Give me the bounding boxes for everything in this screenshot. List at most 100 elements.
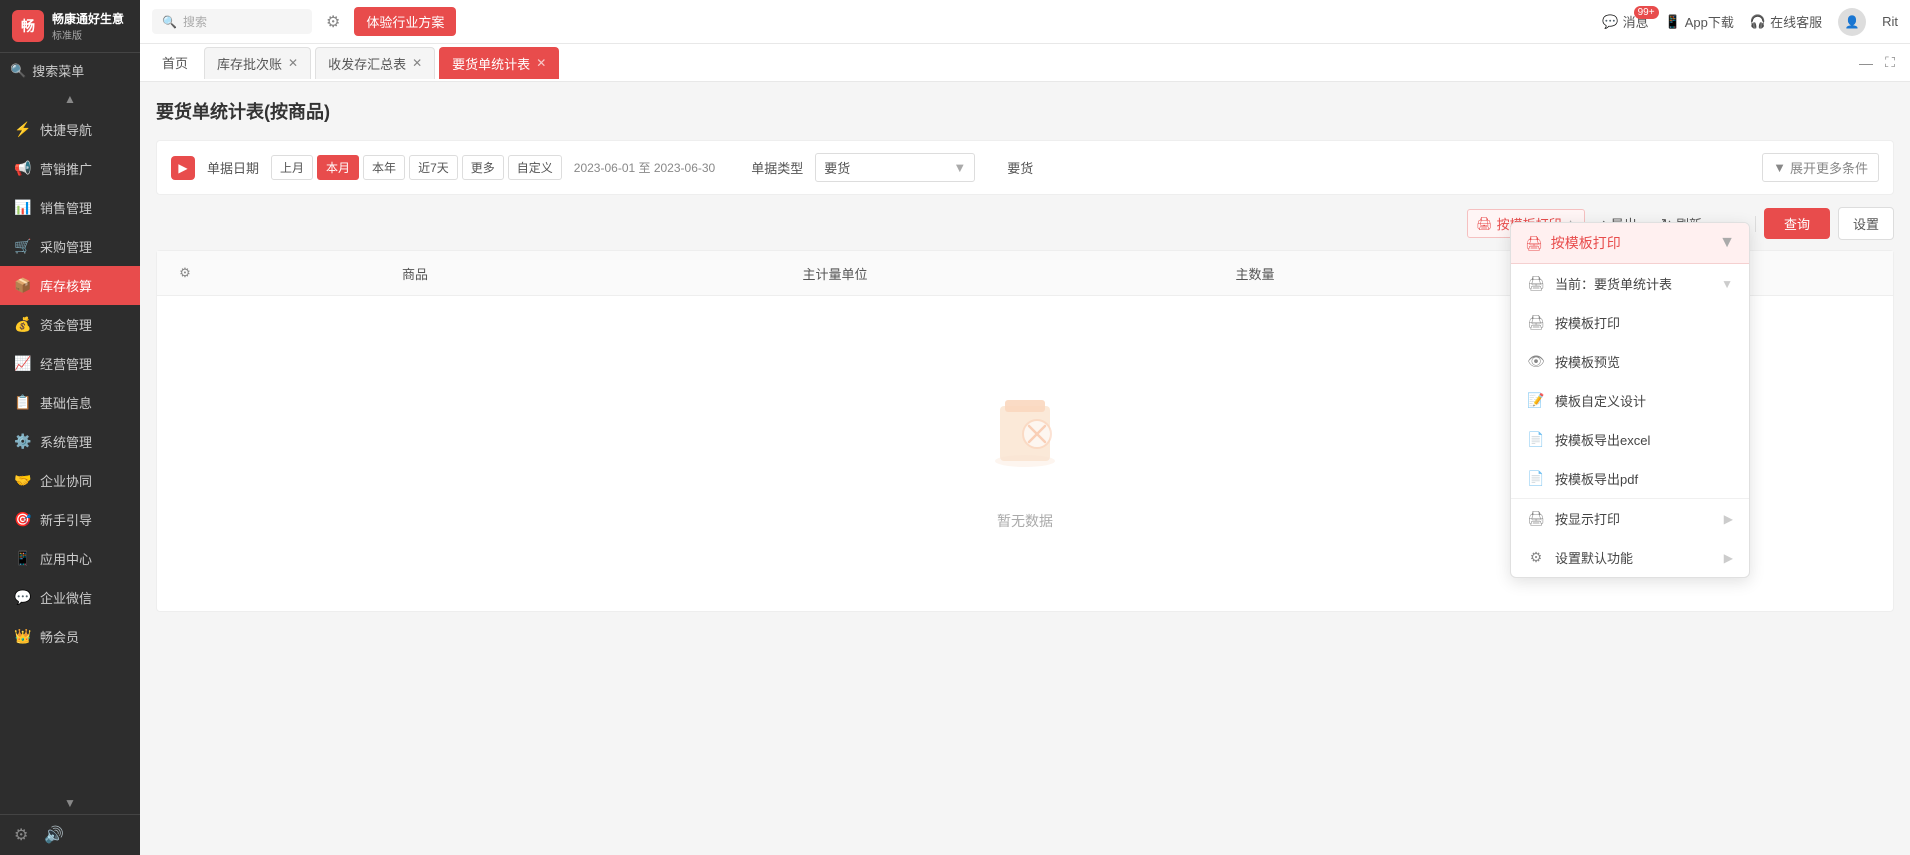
date-btn-custom[interactable]: 自定义: [508, 155, 562, 180]
sidebar-item-inventory[interactable]: 📦 库存核算: [0, 266, 140, 305]
sidebar-item-label: 营销推广: [40, 159, 92, 178]
sidebar-item-label: 系统管理: [40, 432, 92, 451]
empty-text: 暂无数据: [997, 511, 1053, 531]
dropdown-template-print[interactable]: 🖨 按模板打印: [1511, 303, 1749, 342]
tab-receipt-summary-close[interactable]: ✕: [412, 57, 422, 69]
filter-bar: ▶ 单据日期 上月 本月 本年 近7天 更多 自定义 2023-06-01 至 …: [156, 140, 1894, 195]
operations-icon: 📈: [14, 355, 32, 373]
date-btn-7days[interactable]: 近7天: [409, 155, 458, 180]
sidebar-item-appstore[interactable]: 📱 应用中心: [0, 539, 140, 578]
page-title: 要货单统计表(按商品): [156, 98, 1894, 124]
inventory-icon: 📦: [14, 277, 32, 295]
dropdown-set-default[interactable]: ⚙ 设置默认功能 ▶: [1511, 538, 1749, 577]
wechat-icon: 💬: [14, 589, 32, 607]
current-template-label: 当前：要货单统计表: [1555, 274, 1672, 293]
empty-icon: [975, 376, 1075, 495]
date-btn-this-month[interactable]: 本月: [317, 155, 359, 180]
sidebar-scroll-up[interactable]: ▲: [0, 88, 140, 110]
sidebar-item-label: 畅会员: [40, 627, 79, 646]
app-icon: 📱: [1665, 14, 1681, 30]
table-col-product: 商品: [205, 254, 625, 293]
expand-label: 展开更多条件: [1790, 158, 1868, 177]
tab-order-stats[interactable]: 要货单统计表 ✕: [439, 47, 559, 79]
topbar-search[interactable]: 🔍 搜索: [152, 9, 312, 34]
table-col-quantity: 主数量: [1045, 254, 1465, 293]
service-icon: 🎧: [1750, 14, 1766, 30]
tab-batch-account-label: 库存批次账: [217, 54, 282, 73]
dropdown-template-excel[interactable]: 📄 按模板导出excel: [1511, 420, 1749, 459]
sidebar-item-member[interactable]: 👑 畅会员: [0, 617, 140, 656]
sidebar-item-system[interactable]: ⚙️ 系统管理: [0, 422, 140, 461]
sidebar-item-label: 基础信息: [40, 393, 92, 412]
logo-text: 畅康通好生意 标准版: [52, 10, 124, 42]
settings-button[interactable]: 设置: [1838, 207, 1894, 240]
current-template-arrow: ▼: [1721, 277, 1733, 291]
topbar-gear-icon[interactable]: ⚙: [326, 12, 340, 32]
sidebar-item-sales[interactable]: 📊 销售管理: [0, 188, 140, 227]
window-minimize[interactable]: —: [1856, 53, 1876, 73]
table-settings-cell: ⚙: [165, 251, 205, 295]
messages-action[interactable]: 💬 消息 99+: [1602, 12, 1648, 31]
date-filter-label: 单据日期: [207, 158, 259, 177]
message-icon: 💬: [1602, 14, 1618, 30]
tab-order-stats-close[interactable]: ✕: [536, 57, 546, 69]
app-download-label: App下载: [1685, 12, 1734, 31]
dropdown-display-print[interactable]: 🖨 按显示打印 ▶: [1511, 499, 1749, 538]
finance-icon: 💰: [14, 316, 32, 334]
audio-bottom-icon[interactable]: 🔊: [44, 825, 64, 845]
type-filter-label: 单据类型: [751, 158, 803, 177]
order-filter-label: 要货: [1007, 158, 1033, 177]
online-service-label: 在线客服: [1770, 12, 1822, 31]
window-maximize[interactable]: ⛶: [1880, 53, 1900, 73]
sidebar-item-purchase[interactable]: 🛒 采购管理: [0, 227, 140, 266]
app-download-action[interactable]: 📱 App下载: [1665, 12, 1734, 31]
dropdown-template-pdf[interactable]: 📄 按模板导出pdf: [1511, 459, 1749, 498]
sidebar-item-guide[interactable]: 🎯 新手引导: [0, 500, 140, 539]
sidebar-item-basic[interactable]: 📋 基础信息: [0, 383, 140, 422]
guide-icon: 🎯: [14, 511, 32, 529]
user-avatar[interactable]: 👤: [1838, 8, 1866, 36]
sidebar-item-marketing[interactable]: 📢 营销推广: [0, 149, 140, 188]
print-icon: 🖨: [1476, 216, 1493, 232]
settings-bottom-icon[interactable]: ⚙: [14, 825, 28, 845]
sidebar-scroll-down[interactable]: ▼: [0, 792, 140, 814]
table-settings-icon[interactable]: ⚙: [173, 261, 197, 285]
tab-batch-account[interactable]: 库存批次账 ✕: [204, 47, 311, 79]
dropdown-title-text: 按模板打印: [1551, 233, 1621, 253]
tab-batch-account-close[interactable]: ✕: [288, 57, 298, 69]
sidebar-item-label: 库存核算: [40, 276, 92, 295]
sidebar-item-collab[interactable]: 🤝 企业协同: [0, 461, 140, 500]
tab-order-stats-label: 要货单统计表: [452, 54, 530, 73]
dropdown-template-design[interactable]: 📝 模板自定义设计: [1511, 381, 1749, 420]
sidebar-item-label: 企业协同: [40, 471, 92, 490]
expand-conditions-btn[interactable]: ▼ 展开更多条件: [1762, 153, 1879, 182]
type-select[interactable]: 要货 ▼: [815, 153, 975, 182]
toolbar-divider: [1755, 216, 1756, 232]
sidebar-item-quick-nav[interactable]: ⚡ 快捷导航: [0, 110, 140, 149]
date-btn-last-month[interactable]: 上月: [271, 155, 313, 180]
dropdown-close-btn[interactable]: ▼: [1719, 234, 1735, 252]
sales-icon: 📊: [14, 199, 32, 217]
sidebar-search[interactable]: 🔍 搜索菜单: [0, 53, 140, 88]
date-btn-this-year[interactable]: 本年: [363, 155, 405, 180]
sidebar-item-wechat[interactable]: 💬 企业微信: [0, 578, 140, 617]
template-design-icon: 📝: [1527, 392, 1545, 409]
print-dropdown-menu: 🖨 按模板打印 ▼ 🖨 当前：要货单统计表 ▼ 🖨 按模板打印 👁 按模板预览 …: [1510, 222, 1750, 578]
sidebar-item-operations[interactable]: 📈 经营管理: [0, 344, 140, 383]
dropdown-current-template[interactable]: 🖨 当前：要货单统计表 ▼: [1511, 264, 1749, 303]
username[interactable]: Rit: [1882, 14, 1898, 29]
tab-receipt-summary[interactable]: 收发存汇总表 ✕: [315, 47, 435, 79]
set-default-label: 设置默认功能: [1555, 548, 1633, 567]
type-select-value: 要货: [824, 158, 850, 177]
dropdown-template-preview[interactable]: 👁 按模板预览: [1511, 342, 1749, 381]
date-btn-more[interactable]: 更多: [462, 155, 504, 180]
tab-home[interactable]: 首页: [150, 47, 200, 78]
tab-home-label: 首页: [162, 53, 188, 72]
trial-button[interactable]: 体验行业方案: [354, 7, 456, 36]
tabs-bar: 首页 库存批次账 ✕ 收发存汇总表 ✕ 要货单统计表 ✕ — ⛶: [140, 44, 1910, 82]
sidebar-item-finance[interactable]: 💰 资金管理: [0, 305, 140, 344]
filter-expand-arrow[interactable]: ▶: [171, 156, 195, 180]
date-buttons: 上月 本月 本年 近7天 更多 自定义: [271, 155, 562, 180]
query-button[interactable]: 查询: [1764, 208, 1830, 239]
online-service-action[interactable]: 🎧 在线客服: [1750, 12, 1822, 31]
